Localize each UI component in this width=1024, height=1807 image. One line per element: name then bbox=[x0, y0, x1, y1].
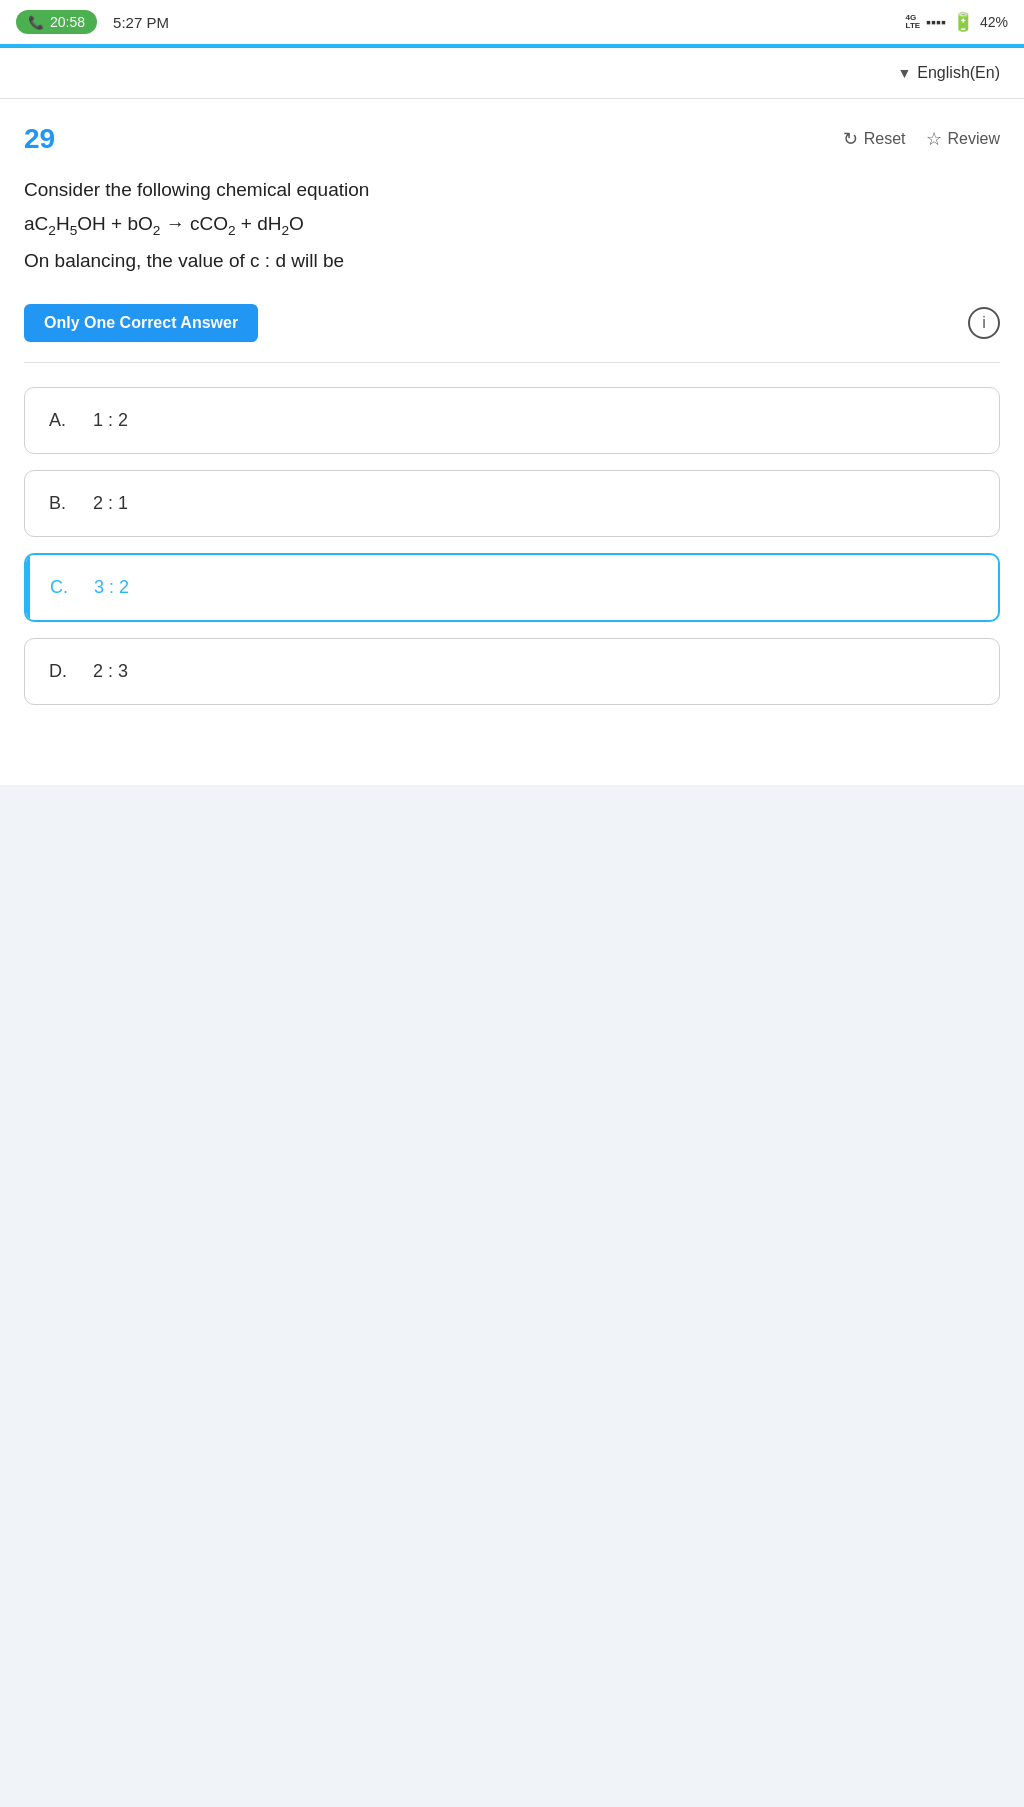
option-d[interactable]: D. 2 : 3 bbox=[24, 638, 1000, 705]
option-a-label: A. bbox=[49, 410, 73, 431]
badge-row: Only One Correct Answer i bbox=[24, 304, 1000, 342]
question-text: Consider the following chemical equation… bbox=[24, 175, 1000, 276]
signal-icon: ▪▪▪▪ bbox=[926, 14, 946, 30]
status-left: 📞 20:58 5:27 PM bbox=[16, 10, 169, 34]
reset-icon: ↻ bbox=[843, 128, 858, 150]
reset-label: Reset bbox=[864, 130, 906, 148]
tab-bar: ▼ English(En) bbox=[0, 48, 1024, 99]
status-bar: 📞 20:58 5:27 PM 4G LTE ▪▪▪▪ 🔋 42% bbox=[0, 0, 1024, 44]
chemical-equation: aC2H5OH + bO2 → cCO2 + dH2O bbox=[24, 209, 1000, 242]
current-time: 5:27 PM bbox=[113, 14, 169, 31]
reset-button[interactable]: ↻ Reset bbox=[843, 128, 906, 150]
language-label: English(En) bbox=[917, 64, 1000, 82]
call-icon: 📞 bbox=[28, 15, 44, 30]
option-b-label: B. bbox=[49, 493, 73, 514]
chevron-down-icon: ▼ bbox=[897, 65, 911, 81]
option-c[interactable]: C. 3 : 2 bbox=[24, 553, 1000, 622]
option-a[interactable]: A. 1 : 2 bbox=[24, 387, 1000, 454]
question-line3: On balancing, the value of c : d will be bbox=[24, 246, 1000, 276]
call-pill: 📞 20:58 bbox=[16, 10, 97, 34]
main-content: 29 ↻ Reset ☆ Review Consider the followi… bbox=[0, 99, 1024, 745]
info-icon: i bbox=[982, 314, 986, 332]
option-c-label: C. bbox=[50, 577, 74, 598]
option-b-value: 2 : 1 bbox=[93, 493, 128, 514]
options-list: A. 1 : 2 B. 2 : 1 C. 3 : 2 D. 2 : 3 bbox=[24, 387, 1000, 705]
review-label: Review bbox=[948, 130, 1000, 148]
lte-badge: 4G LTE bbox=[906, 14, 921, 30]
question-actions: ↻ Reset ☆ Review bbox=[843, 128, 1000, 150]
option-a-value: 1 : 2 bbox=[93, 410, 128, 431]
option-d-value: 2 : 3 bbox=[93, 661, 128, 682]
star-icon: ☆ bbox=[926, 128, 942, 150]
question-header: 29 ↻ Reset ☆ Review bbox=[24, 123, 1000, 155]
status-right: 4G LTE ▪▪▪▪ 🔋 42% bbox=[906, 11, 1008, 33]
option-d-label: D. bbox=[49, 661, 73, 682]
review-button[interactable]: ☆ Review bbox=[926, 128, 1000, 150]
question-line1: Consider the following chemical equation bbox=[24, 175, 1000, 205]
answer-type-badge[interactable]: Only One Correct Answer bbox=[24, 304, 258, 342]
info-button[interactable]: i bbox=[968, 307, 1000, 339]
call-time: 20:58 bbox=[50, 14, 85, 30]
option-c-value: 3 : 2 bbox=[94, 577, 129, 598]
bottom-spacer bbox=[0, 745, 1024, 785]
language-selector[interactable]: ▼ English(En) bbox=[897, 64, 1000, 82]
divider bbox=[24, 362, 1000, 363]
option-b[interactable]: B. 2 : 1 bbox=[24, 470, 1000, 537]
battery-icon: 🔋 bbox=[952, 11, 974, 33]
question-number: 29 bbox=[24, 123, 55, 155]
battery-percent: 42% bbox=[980, 14, 1008, 30]
